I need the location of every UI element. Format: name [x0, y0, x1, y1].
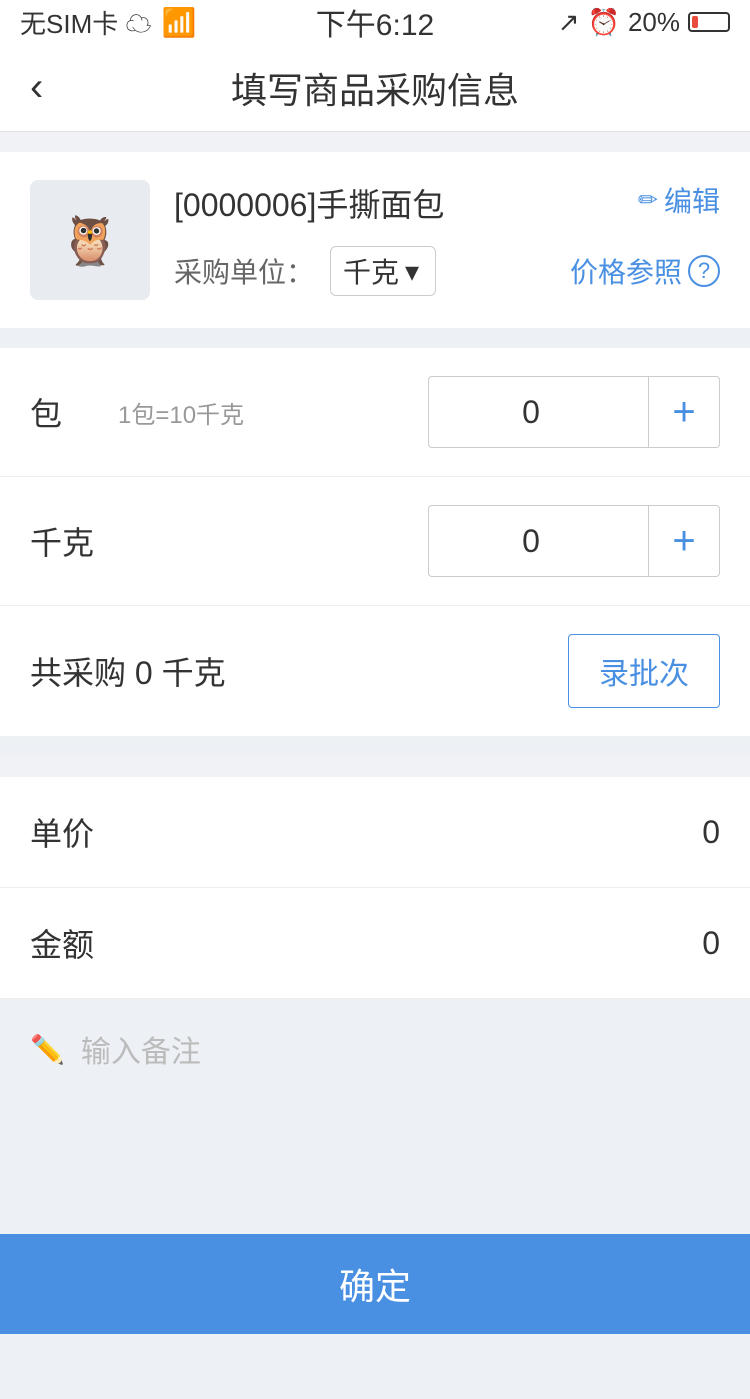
help-icon: ? [688, 255, 720, 287]
price-reference-button[interactable]: 价格参照 ? [570, 251, 720, 291]
package-sub-label: 1包=10千克 [118, 395, 244, 430]
section-divider-1 [0, 328, 750, 348]
total-text: 共采购 0 千克 [30, 648, 226, 694]
package-input-row: 包 1包=10千克 + [0, 348, 750, 477]
package-input-wrapper: + [428, 376, 720, 448]
package-label: 包 [30, 389, 110, 435]
wifi-icon: 📶 [161, 6, 196, 39]
confirm-button[interactable]: 确定 [0, 1234, 750, 1334]
product-info: [0000006]手撕面包 ✏ 编辑 采购单位： 千克 ▾ 价格参照 ? [174, 180, 720, 296]
total-unit-value: 千克 [162, 655, 226, 691]
status-bar: 无SIM卡 ☁ 📶 下午6:12 ↗ ⏰ 20% [0, 0, 750, 44]
total-amount-value: 0 [135, 655, 153, 691]
status-time: 下午6:12 [316, 0, 434, 44]
note-section[interactable]: ✏️ 输入备注 [0, 999, 750, 1099]
section-divider-2 [0, 737, 750, 757]
kg-input-row: 千克 + [0, 477, 750, 606]
unit-selector[interactable]: 千克 ▾ [330, 246, 436, 296]
unit-price-value: 0 [702, 814, 720, 851]
kg-input[interactable] [428, 505, 648, 577]
sim-label: 无SIM卡 ☁ [20, 4, 151, 41]
kg-input-wrapper: + [428, 505, 720, 577]
unit-label: 采购单位： [174, 251, 314, 291]
price-ref-label: 价格参照 [570, 251, 682, 291]
confirm-button-label: 确定 [339, 1258, 411, 1310]
batch-button[interactable]: 录批次 [568, 634, 720, 708]
amount-label: 金额 [30, 920, 94, 966]
pencil-icon: ✏️ [30, 1033, 65, 1066]
location-icon: ↗ [558, 7, 580, 38]
amount-value: 0 [702, 925, 720, 962]
product-name: [0000006]手撕面包 [174, 180, 444, 226]
note-placeholder: 输入备注 [81, 1027, 201, 1071]
product-logo: 🦉 [60, 212, 120, 269]
status-right: ↗ ⏰ 20% [558, 7, 730, 38]
product-header: [0000006]手撕面包 ✏ 编辑 [174, 180, 720, 226]
product-card: 🦉 [0000006]手撕面包 ✏ 编辑 采购单位： 千克 ▾ 价格参照 ? [0, 152, 750, 328]
unit-value: 千克 [343, 251, 399, 291]
page-title: 填写商品采购信息 [231, 62, 519, 114]
back-button[interactable]: ‹ [30, 65, 43, 110]
package-input[interactable] [428, 376, 648, 448]
nav-bar: ‹ 填写商品采购信息 [0, 44, 750, 132]
unit-price-row: 单价 0 [0, 777, 750, 888]
status-left: 无SIM卡 ☁ 📶 [20, 4, 196, 41]
kg-label: 千克 [30, 518, 110, 564]
alarm-icon: ⏰ [588, 7, 620, 38]
unit-price-label: 单价 [30, 809, 94, 855]
amount-row: 金额 0 [0, 888, 750, 999]
package-plus-button[interactable]: + [648, 376, 720, 448]
kg-plus-button[interactable]: + [648, 505, 720, 577]
edit-icon: ✏ [638, 186, 658, 215]
product-image: 🦉 [30, 180, 150, 300]
edit-label: 编辑 [664, 180, 720, 220]
dropdown-arrow: ▾ [405, 255, 419, 288]
price-section: 单价 0 金额 0 [0, 777, 750, 999]
total-section: 共采购 0 千克 录批次 [0, 606, 750, 737]
battery-icon [688, 12, 730, 32]
product-unit-row: 采购单位： 千克 ▾ 价格参照 ? [174, 246, 720, 296]
battery-percent: 20% [628, 7, 680, 38]
input-section: 包 1包=10千克 + 千克 + [0, 348, 750, 606]
total-label: 共采购 [30, 655, 126, 691]
edit-button[interactable]: ✏ 编辑 [638, 180, 720, 220]
